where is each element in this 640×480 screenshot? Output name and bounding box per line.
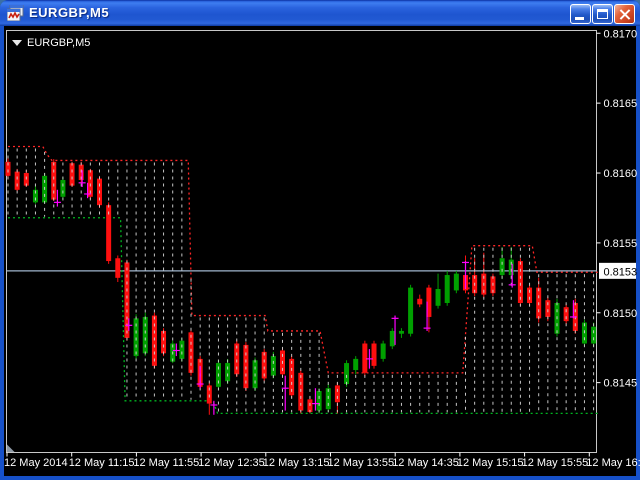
price-axis[interactable]: 0.8170 0.8165 0.8160 0.8155 0.8150 0.8145 0.8… xyxy=(596,28,638,390)
symbol-tag: EURGBP,M5 xyxy=(12,37,90,49)
time-tick-label: 12 May 13:55 xyxy=(328,457,395,469)
time-axis[interactable]: 12 May 2014 12 May 11:1512 May 11:5512 Ma… xyxy=(4,452,640,470)
price-tick-label: 0.8160 xyxy=(604,168,638,180)
time-tick-label: 12 May 14:35 xyxy=(392,457,459,469)
chart-canvas[interactable]: 0.8170 0.8165 0.8160 0.8155 0.8150 0.8145 0.8… xyxy=(0,0,640,480)
corner-marker-icon xyxy=(7,444,15,452)
time-tick-label: 12 May 11:15 xyxy=(69,457,135,469)
time-tick-label: 12 May 15:15 xyxy=(457,457,524,469)
time-tick-label: 12 May 15:55 xyxy=(522,457,589,469)
time-tick-label: 12 May 11:55 xyxy=(133,457,199,469)
price-tick-label: 0.8145 xyxy=(604,378,638,390)
price-tick-label: 0.8155 xyxy=(604,238,638,250)
time-tick-label: 12 May 12:35 xyxy=(198,457,265,469)
price-tick-label: 0.8170 xyxy=(604,28,638,40)
symbol-dropdown-icon[interactable] xyxy=(12,40,22,46)
mt4-chart-window: EURGBP,M5 0.8170 0.8165 0.8160 0.8155 0.8150… xyxy=(0,0,640,480)
current-price-box: 0.8153 xyxy=(599,262,638,279)
price-tick-label: 0.8150 xyxy=(604,308,638,320)
time-tick-label: 12 May 16:35 xyxy=(586,457,640,469)
svg-text:0.8153: 0.8153 xyxy=(604,266,638,278)
signal-markers xyxy=(53,170,577,415)
symbol-label: EURGBP,M5 xyxy=(27,37,91,49)
time-tick-label: 12 May 13:15 xyxy=(263,457,330,469)
price-tick-label: 0.8165 xyxy=(604,98,638,110)
time-tick-label: 12 May 2014 xyxy=(4,457,68,469)
